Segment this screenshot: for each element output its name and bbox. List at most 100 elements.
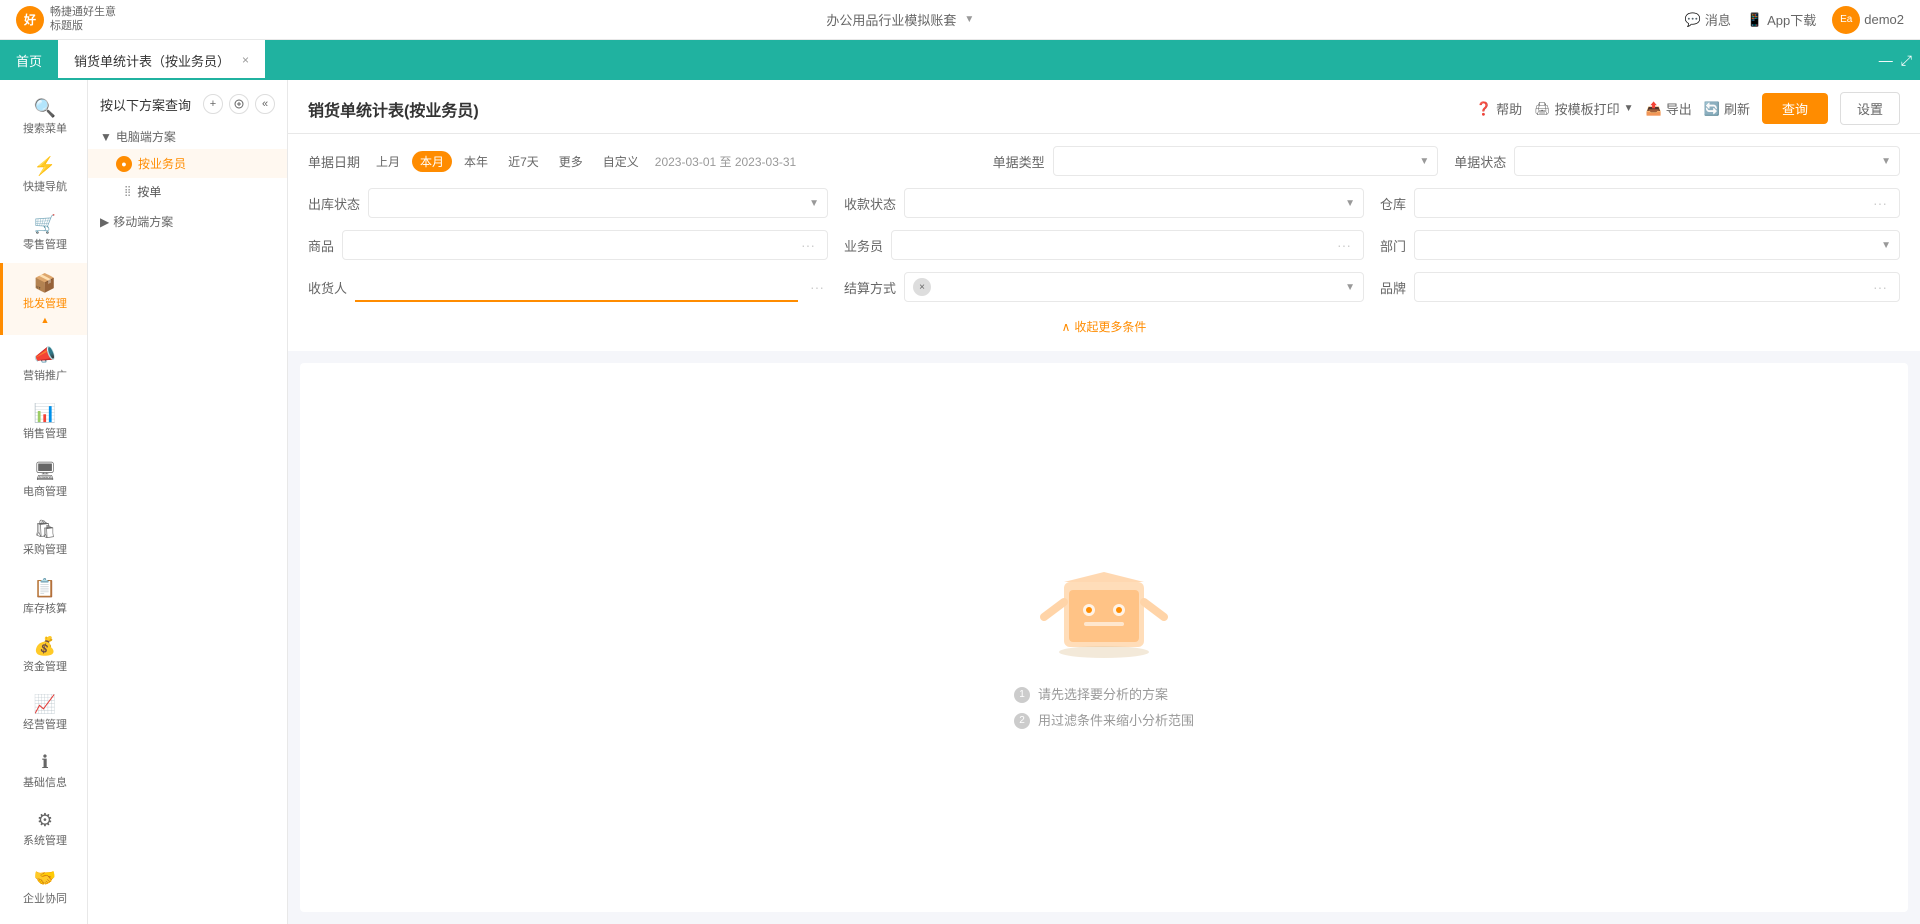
out-status-select[interactable]: ▼ — [368, 188, 828, 218]
print-dropdown-icon: ▼ — [1624, 103, 1634, 114]
settlement-clear-btn[interactable]: × — [913, 278, 931, 296]
sidebar-item-sales[interactable]: 📊 销售管理 — [0, 393, 87, 451]
empty-state: 1 请先选择要分析的方案 2 用过滤条件来缩小分析范围 — [300, 363, 1908, 912]
doc-status-select[interactable]: ▼ — [1514, 146, 1900, 176]
print-icon: 🖨 — [1534, 101, 1551, 117]
corp-icon: 🤝 — [34, 868, 56, 889]
print-btn[interactable]: 🖨 按模板打印 ▼ — [1534, 99, 1633, 118]
date-btn-more[interactable]: 更多 — [551, 151, 591, 172]
header-right: 💬 消息 📱 App下载 Ea demo2 — [1685, 6, 1904, 34]
warehouse-dots[interactable]: ··· — [1869, 195, 1891, 211]
sidebar-item-search-menu[interactable]: 🔍 搜索菜单 — [0, 88, 87, 146]
scheme-add-btn[interactable]: + — [203, 94, 223, 114]
tab-home[interactable]: 首页 — [0, 40, 58, 80]
sidebar-item-quick-nav[interactable]: ⚡ 快捷导航 — [0, 146, 87, 204]
date-filter-buttons: 上月 本月 本年 近7天 更多 自定义 — [368, 151, 647, 172]
export-btn[interactable]: 📤 导出 — [1646, 99, 1692, 118]
tab-bar-right: — ⤢ — [1879, 52, 1920, 69]
sales-icon: 📊 — [34, 403, 56, 424]
goods-select[interactable]: ··· — [342, 230, 828, 260]
salesperson-label: 业务员 — [844, 236, 883, 255]
inventory-icon: 📋 — [34, 578, 56, 599]
empty-svg — [1034, 542, 1174, 662]
active-tab-label: 销货单统计表（按业务员） — [74, 51, 230, 70]
payment-status-select[interactable]: ▼ — [904, 188, 1364, 218]
sidebar-label-ecommerce: 电商管理 — [23, 486, 67, 499]
message-btn[interactable]: 💬 消息 — [1685, 10, 1731, 29]
workspace-selector[interactable]: 办公用品行业模拟账套 ▼ — [826, 10, 974, 29]
sidebar-item-ecommerce[interactable]: 🖥 电商管理 — [0, 451, 87, 509]
brand-select[interactable]: ··· — [1414, 272, 1900, 302]
sidebar-item-retail[interactable]: 🛒 零售管理 — [0, 204, 87, 262]
sidebar-item-basic[interactable]: ℹ 基础信息 — [0, 742, 87, 800]
page-actions: ❓ 帮助 🖨 按模板打印 ▼ 📤 导出 🔄 刷新 — [1476, 92, 1900, 125]
date-btn-custom[interactable]: 自定义 — [595, 151, 647, 172]
tab-active[interactable]: 销货单统计表（按业务员） × — [58, 40, 265, 80]
salesperson-dots[interactable]: ··· — [1333, 237, 1355, 253]
scheme-edit-btn[interactable] — [229, 94, 249, 114]
doc-type-select[interactable]: ▼ — [1053, 146, 1439, 176]
sidebar-label-retail: 零售管理 — [23, 239, 67, 252]
filter-brand: 品牌 ··· — [1380, 272, 1900, 302]
scheme-desktop-header[interactable]: ▼ 电脑端方案 — [88, 124, 287, 149]
setting-btn[interactable]: 设置 — [1840, 92, 1900, 125]
tab-close-btn[interactable]: × — [242, 53, 249, 67]
help-icon: ❓ — [1476, 101, 1492, 117]
scheme-item-by-salesperson[interactable]: ● 按业务员 — [88, 149, 287, 178]
brand-dots[interactable]: ··· — [1869, 279, 1891, 295]
app-download-btn[interactable]: 📱 App下载 — [1747, 10, 1816, 29]
goods-label: 商品 — [308, 236, 334, 255]
chevron-down-icon: ▼ — [100, 130, 112, 144]
user-btn[interactable]: Ea demo2 — [1832, 6, 1904, 34]
goods-dots[interactable]: ··· — [797, 237, 819, 253]
doc-status-label: 单据状态 — [1454, 152, 1506, 171]
sidebar-item-inventory[interactable]: 📋 库存核算 — [0, 568, 87, 626]
scheme-mobile-section[interactable]: ▶ 移动端方案 — [88, 209, 287, 234]
wholesale-icon: 📦 — [34, 273, 56, 294]
receiver-dots[interactable]: ··· — [806, 279, 828, 295]
scheme-sub-item-by-order[interactable]: ⣿ 按单 — [88, 178, 287, 205]
salesperson-select[interactable]: ··· — [891, 230, 1364, 260]
date-btn-this-month[interactable]: 本月 — [412, 151, 452, 172]
sidebar-item-system[interactable]: ⚙ 系统管理 — [0, 800, 87, 858]
help-btn[interactable]: ❓ 帮助 — [1476, 99, 1522, 118]
sidebar-item-purchase[interactable]: 🛍 采购管理 — [0, 509, 87, 567]
date-btn-7days[interactable]: 近7天 — [500, 151, 547, 172]
tab-maximize-icon[interactable]: ⤢ — [1901, 52, 1912, 69]
sidebar-item-wholesale[interactable]: 📦 批发管理 ▲ — [0, 263, 87, 335]
date-btn-this-year[interactable]: 本年 — [456, 151, 496, 172]
sidebar-item-operations[interactable]: 📈 经营管理 — [0, 684, 87, 742]
scheme-desktop-section: ▼ 电脑端方案 ● 按业务员 ⣿ 按单 — [88, 120, 287, 209]
empty-hints: 1 请先选择要分析的方案 2 用过滤条件来缩小分析范围 — [1014, 682, 1194, 734]
filter-warehouse: 仓库 ··· — [1380, 188, 1900, 218]
workspace-dropdown-icon: ▼ — [964, 14, 974, 25]
scheme-collapse-btn[interactable]: « — [255, 94, 275, 114]
receiver-input[interactable] — [355, 272, 798, 302]
sidebar-item-finance[interactable]: 💰 资金管理 — [0, 626, 87, 684]
filter-row-1: 单据日期 上月 本月 本年 近7天 更多 自定义 2023-03-01 至 20… — [308, 146, 1900, 176]
dept-select[interactable]: ▼ — [1414, 230, 1900, 260]
settlement-select[interactable]: × ▼ — [904, 272, 1364, 302]
avatar: Ea — [1832, 6, 1860, 34]
desktop-section-label: 电脑端方案 — [116, 128, 176, 145]
sidebar-item-corp[interactable]: 🤝 企业协同 — [0, 858, 87, 916]
filter-row-4: 收货人 ··· 结算方式 × ▼ 品牌 ··· — [308, 272, 1900, 302]
workspace-label: 办公用品行业模拟账套 — [826, 10, 956, 29]
search-menu-icon: 🔍 — [34, 98, 56, 119]
export-icon: 📤 — [1646, 101, 1662, 117]
sidebar-item-newbie[interactable]: 🎯 新手引导 — [0, 917, 87, 924]
sidebar-item-marketing[interactable]: 📣 营销推广 — [0, 335, 87, 393]
date-btn-last-month[interactable]: 上月 — [368, 151, 408, 172]
tab-minimize-icon[interactable]: — — [1879, 52, 1893, 68]
refresh-btn[interactable]: 🔄 刷新 — [1704, 99, 1750, 118]
collapse-btn[interactable]: ∧ 收起更多条件 — [308, 314, 1900, 339]
sidebar-label-basic: 基础信息 — [23, 777, 67, 790]
filter-out-status: 出库状态 ▼ — [308, 188, 828, 218]
settlement-arrow: ▼ — [1345, 282, 1355, 293]
scheme-panel-title: 按以下方案查询 — [100, 95, 191, 114]
page-title: 销货单统计表(按业务员) — [308, 97, 479, 121]
sidebar-label-operations: 经营管理 — [23, 719, 67, 732]
out-status-arrow: ▼ — [809, 198, 819, 209]
query-btn[interactable]: 查询 — [1762, 93, 1828, 124]
warehouse-select[interactable]: ··· — [1414, 188, 1900, 218]
